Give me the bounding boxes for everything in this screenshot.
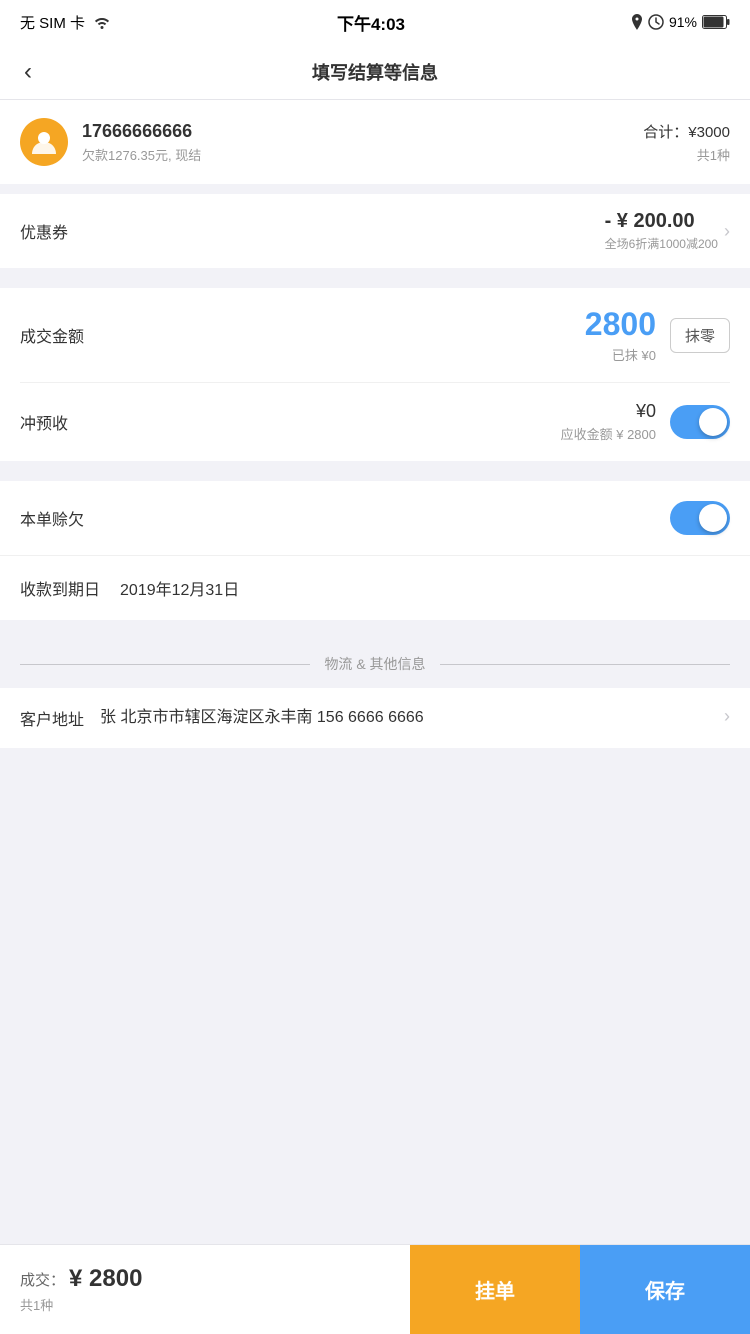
save-button[interactable]: 保存 bbox=[580, 1245, 750, 1334]
flush-amount: ¥0 bbox=[561, 401, 656, 422]
coupon-discount: - ¥ 200.00 bbox=[605, 210, 718, 233]
back-button[interactable]: ‹ bbox=[16, 50, 40, 94]
coupon-label: 优惠券 bbox=[20, 219, 68, 243]
coupon-right: - ¥ 200.00 全场6折满1000减200 › bbox=[605, 210, 730, 252]
battery-label: 91% bbox=[669, 14, 697, 30]
bottom-deal-amount: ¥ 2800 bbox=[69, 1265, 142, 1293]
credit-label: 本单赊欠 bbox=[20, 506, 84, 530]
coupon-desc: 全场6折满1000减200 bbox=[605, 235, 718, 252]
address-row[interactable]: 客户地址 张 北京市市辖区海淀区永丰南 156 6666 6666 › bbox=[20, 688, 730, 748]
location-icon bbox=[631, 14, 643, 30]
flush-right: ¥0 应收金额 ¥ 2800 bbox=[561, 401, 730, 443]
extra-space bbox=[0, 748, 750, 868]
no-sim-label: 无 SIM 卡 bbox=[20, 12, 85, 33]
status-right: 91% bbox=[631, 14, 730, 30]
total-count: 共1种 bbox=[643, 145, 730, 164]
deal-section: 成交金额 2800 已抹 ¥0 抹零 冲预收 ¥0 应收金额 ¥ 2800 bbox=[0, 288, 750, 461]
page-title: 填写结算等信息 bbox=[312, 59, 438, 85]
credit-section: 本单赊欠 bbox=[0, 481, 750, 555]
wifi-icon bbox=[93, 15, 111, 29]
user-details: 17666666666 欠款1276.35元, 现结 bbox=[82, 121, 201, 164]
flush-toggle[interactable] bbox=[670, 405, 730, 439]
logistics-line-right bbox=[440, 664, 730, 665]
bottom-count: 共1种 bbox=[20, 1295, 390, 1314]
total-amount: 合计：¥3000 bbox=[643, 121, 730, 142]
credit-toggle[interactable] bbox=[670, 501, 730, 535]
toggle-knob bbox=[699, 408, 727, 436]
address-section: 客户地址 张 北京市市辖区海淀区永丰南 156 6666 6666 › bbox=[0, 688, 750, 748]
hold-button-label: 挂单 bbox=[475, 1275, 515, 1304]
deal-amount-group: 2800 已抹 ¥0 抹零 bbox=[585, 306, 730, 364]
clock-icon bbox=[648, 14, 664, 30]
hold-button[interactable]: 挂单 bbox=[410, 1245, 580, 1334]
erase-button[interactable]: 抹零 bbox=[670, 318, 730, 353]
credit-toggle-knob bbox=[699, 504, 727, 532]
flush-label: 冲预收 bbox=[20, 410, 68, 434]
duedate-value: 2019年12月31日 bbox=[120, 576, 239, 600]
address-chevron-icon: › bbox=[724, 706, 730, 727]
logistics-line-left bbox=[20, 664, 310, 665]
duedate-label: 收款到期日 bbox=[20, 576, 100, 600]
duedate-section: 收款到期日 2019年12月31日 bbox=[0, 555, 750, 620]
nav-bar: ‹ 填写结算等信息 bbox=[0, 44, 750, 100]
bottom-deal-info: 成交： ¥ 2800 共1种 bbox=[0, 1265, 410, 1314]
status-bar: 无 SIM 卡 下午4:03 91% bbox=[0, 0, 750, 44]
bottom-deal-label: 成交： ¥ 2800 bbox=[20, 1265, 390, 1293]
deal-amount-row: 成交金额 2800 已抹 ¥0 抹零 bbox=[20, 288, 730, 383]
status-left: 无 SIM 卡 bbox=[20, 12, 111, 33]
user-phone: 17666666666 bbox=[82, 121, 201, 142]
deal-amount-wrap: 2800 已抹 ¥0 bbox=[585, 306, 656, 364]
duedate-row: 收款到期日 2019年12月31日 bbox=[20, 556, 730, 620]
credit-row: 本单赊欠 bbox=[20, 481, 730, 555]
user-info-left: 17666666666 欠款1276.35元, 现结 bbox=[20, 118, 201, 166]
logistics-label: 物流 & 其他信息 bbox=[324, 654, 425, 674]
chevron-right-icon: › bbox=[724, 221, 730, 242]
deal-amount-label: 成交金额 bbox=[20, 323, 84, 347]
section-gap-3 bbox=[0, 620, 750, 630]
coupon-value-group: - ¥ 200.00 全场6折满1000减200 bbox=[605, 210, 718, 252]
save-button-label: 保存 bbox=[645, 1275, 685, 1304]
coupon-row[interactable]: 优惠券 - ¥ 200.00 全场6折满1000减200 › bbox=[0, 194, 750, 268]
flush-row: 冲预收 ¥0 应收金额 ¥ 2800 bbox=[20, 383, 730, 461]
address-value: 张 北京市市辖区海淀区永丰南 156 6666 6666 bbox=[100, 706, 714, 730]
logistics-separator: 物流 & 其他信息 bbox=[0, 640, 750, 688]
main-content: 17666666666 欠款1276.35元, 现结 合计：¥3000 共1种 … bbox=[0, 100, 750, 968]
section-gap-1 bbox=[0, 278, 750, 288]
avatar bbox=[20, 118, 68, 166]
status-time: 下午4:03 bbox=[337, 10, 405, 35]
flush-amount-wrap: ¥0 应收金额 ¥ 2800 bbox=[561, 401, 656, 443]
section-gap-2 bbox=[0, 461, 750, 471]
battery-icon bbox=[702, 15, 730, 29]
address-label: 客户地址 bbox=[20, 706, 90, 730]
user-debt: 欠款1276.35元, 现结 bbox=[82, 145, 201, 164]
deal-erased: 已抹 ¥0 bbox=[585, 345, 656, 364]
bottom-bar: 成交： ¥ 2800 共1种 挂单 保存 bbox=[0, 1244, 750, 1334]
flush-sub: 应收金额 ¥ 2800 bbox=[561, 424, 656, 443]
user-card: 17666666666 欠款1276.35元, 现结 合计：¥3000 共1种 bbox=[0, 100, 750, 184]
user-total: 合计：¥3000 共1种 bbox=[643, 121, 730, 164]
deal-amount-num: 2800 bbox=[585, 306, 656, 343]
